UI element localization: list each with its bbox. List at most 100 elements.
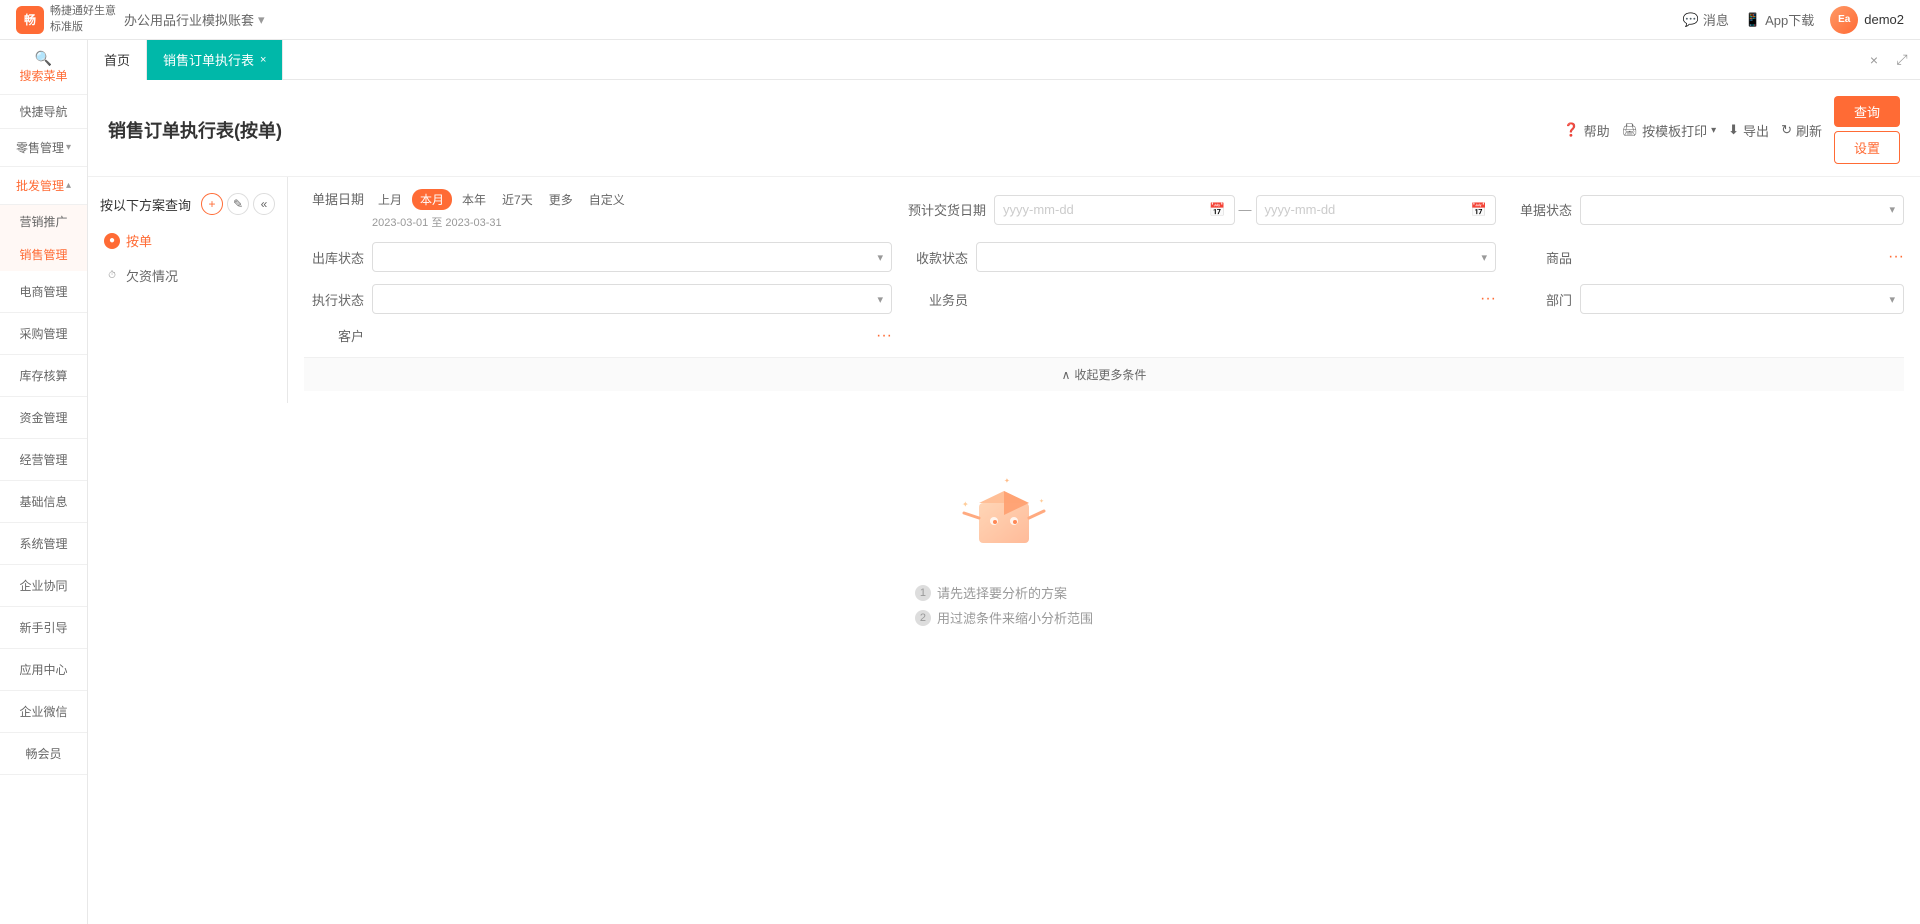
- delivery-status-select[interactable]: ▾: [372, 242, 892, 272]
- date-tab-last-month[interactable]: 上月: [372, 189, 408, 210]
- date-tab-custom[interactable]: 自定义: [583, 189, 631, 210]
- collapse-bar: ∧ 收起更多条件: [304, 357, 1904, 391]
- sidebar-item-system[interactable]: 系统管理: [0, 523, 87, 565]
- goods-value-area: ···: [1580, 248, 1904, 266]
- salesperson-ellipsis-button[interactable]: ···: [1480, 290, 1496, 308]
- template-print-label: 按模板打印: [1642, 121, 1707, 140]
- customer-field: 客户 ···: [304, 326, 892, 345]
- date-tab-more[interactable]: 更多: [543, 189, 579, 210]
- scheme-debt-label: 欠资情况: [126, 266, 178, 285]
- content-area: 首页 销售订单执行表 × × ⤢ 销售订单执行表(按单): [88, 40, 1920, 924]
- wholesale-label[interactable]: 批发管理 ▴: [0, 167, 87, 205]
- user-menu[interactable]: Ea demo2: [1830, 6, 1904, 34]
- sidebar-item-inventory[interactable]: 库存核算: [0, 355, 87, 397]
- empty-tips: 1 请先选择要分析的方案 2 用过滤条件来缩小分析范围: [915, 583, 1093, 633]
- order-status-label: 单据状态: [1512, 200, 1572, 219]
- help-button[interactable]: ❓ 帮助: [1563, 121, 1609, 140]
- app-download-button[interactable]: 📱 App下载: [1745, 10, 1814, 29]
- tab-close-button[interactable]: ×: [1864, 50, 1884, 70]
- delivery-status-field: 出库状态 ▾: [304, 242, 892, 272]
- sidebar-item-marketing[interactable]: 营销推广: [0, 205, 87, 238]
- department-field: 部门 ▾: [1512, 284, 1904, 314]
- help-icon: ❓: [1563, 122, 1579, 138]
- tab-close-icon[interactable]: ×: [260, 54, 266, 66]
- scheme-nav-item-order[interactable]: ● 按单: [88, 223, 287, 258]
- template-print-button[interactable]: 🖨 按模板打印 ▾: [1622, 121, 1717, 140]
- filter-panel-actions: + ✎ «: [201, 193, 275, 215]
- goods-ellipsis-button[interactable]: ···: [1888, 248, 1904, 266]
- page-title: 销售订单执行表(按单): [108, 117, 282, 143]
- filter-row-3: 执行状态 ▾ 业务员 ···: [304, 284, 1904, 314]
- sidebar-item-retail[interactable]: 零售管理 ▾: [0, 129, 87, 167]
- tab-bar: 首页 销售订单执行表 × × ⤢: [88, 40, 1920, 80]
- sidebar-item-app-center[interactable]: 应用中心: [0, 649, 87, 691]
- goods-label: 商品: [1512, 248, 1572, 267]
- tab-sales-order[interactable]: 销售订单执行表 ×: [147, 40, 283, 80]
- edit-scheme-button[interactable]: ✎: [227, 193, 249, 215]
- exec-status-select[interactable]: ▾: [372, 284, 892, 314]
- app-download-label: App下载: [1765, 10, 1814, 29]
- expected-date-start[interactable]: yyyy-mm-dd 📅: [994, 195, 1235, 225]
- sidebar-item-basic-info[interactable]: 基础信息: [0, 481, 87, 523]
- delivery-status-arrow-icon: ▾: [877, 251, 883, 264]
- add-scheme-button[interactable]: +: [201, 193, 223, 215]
- export-icon: ⬇: [1728, 122, 1739, 138]
- collapse-label: 收起更多条件: [1074, 366, 1146, 383]
- sidebar-search[interactable]: 🔍 搜索菜单: [0, 40, 87, 95]
- payment-status-field: 收款状态 ▾: [908, 242, 1496, 272]
- department-arrow-icon: ▾: [1889, 293, 1895, 306]
- sidebar-item-enterprise-wechat[interactable]: 企业微信: [0, 691, 87, 733]
- phone-icon: 📱: [1745, 12, 1761, 28]
- refresh-button[interactable]: ↻ 刷新: [1781, 121, 1822, 140]
- print-icon: 🖨: [1622, 122, 1639, 138]
- filter-left-panel: 按以下方案查询 + ✎ « ● 按单: [88, 177, 288, 403]
- sidebar-item-member[interactable]: 畅会员: [0, 733, 87, 775]
- salesperson-label: 业务员: [908, 290, 968, 309]
- empty-tip-1-text: 请先选择要分析的方案: [937, 583, 1067, 602]
- filter-left-header: 按以下方案查询 + ✎ «: [88, 189, 287, 223]
- collapse-button[interactable]: ∧ 收起更多条件: [1062, 366, 1147, 383]
- tab-home[interactable]: 首页: [88, 40, 147, 80]
- department-label: 部门: [1512, 290, 1572, 309]
- customer-ellipsis-button[interactable]: ···: [876, 327, 892, 345]
- logo-text: 畅捷通好生意标准版: [50, 4, 116, 35]
- logo-abbr: 畅: [24, 11, 36, 28]
- svg-text:✦: ✦: [962, 500, 969, 509]
- tab-maximize-button[interactable]: ⤢: [1892, 50, 1912, 70]
- refresh-label: 刷新: [1796, 121, 1822, 140]
- breadcrumb-arrow-icon[interactable]: ▾: [258, 12, 265, 28]
- department-select[interactable]: ▾: [1580, 284, 1904, 314]
- sidebar-item-quick-nav[interactable]: 快捷导航: [0, 95, 87, 129]
- sidebar-item-wholesale[interactable]: 批发管理 ▴ 营销推广 销售管理: [0, 167, 87, 271]
- date-tab-this-month[interactable]: 本月: [412, 189, 452, 210]
- sidebar-item-sales-mgmt[interactable]: 销售管理: [0, 238, 87, 271]
- tip-num-2: 2: [915, 610, 931, 626]
- sidebar-item-purchase[interactable]: 采购管理: [0, 313, 87, 355]
- message-button[interactable]: 💬 消息: [1683, 10, 1729, 29]
- export-button[interactable]: ⬇ 导出: [1728, 121, 1769, 140]
- collapse-panel-button[interactable]: «: [253, 193, 275, 215]
- action-buttons: 查询 设置: [1834, 96, 1900, 164]
- sidebar-item-operations[interactable]: 经营管理: [0, 439, 87, 481]
- date-tab-last-7days[interactable]: 近7天: [496, 189, 539, 210]
- scheme-nav-item-debt[interactable]: ⏱ 欠资情况: [88, 258, 287, 293]
- query-button[interactable]: 查询: [1834, 96, 1900, 127]
- sidebar-item-newbie[interactable]: 新手引导: [0, 607, 87, 649]
- header-left: 畅 畅捷通好生意标准版 办公用品行业模拟账套 ▾: [16, 4, 265, 35]
- sidebar-item-finance[interactable]: 资金管理: [0, 397, 87, 439]
- svg-text:✦: ✦: [1039, 498, 1044, 505]
- expected-date-end[interactable]: yyyy-mm-dd 📅: [1256, 195, 1497, 225]
- date-section: 上月 本月 本年 近7天 更多 自定义 2023-03-01 至 2023-03…: [372, 189, 892, 230]
- settings-button[interactable]: 设置: [1834, 131, 1900, 164]
- sidebar: 🔍 搜索菜单 快捷导航 零售管理 ▾ 批发管理 ▴ 营销推广 销售管理: [0, 40, 88, 924]
- date-tab-this-year[interactable]: 本年: [456, 189, 492, 210]
- retail-label[interactable]: 零售管理 ▾: [0, 129, 87, 167]
- header-right: 💬 消息 📱 App下载 Ea demo2: [1683, 6, 1904, 34]
- order-status-select[interactable]: ▾: [1580, 195, 1904, 225]
- empty-tip-2-text: 用过滤条件来缩小分析范围: [937, 608, 1093, 627]
- help-label: 帮助: [1584, 121, 1610, 140]
- sidebar-item-ecommerce[interactable]: 电商管理: [0, 271, 87, 313]
- payment-status-select[interactable]: ▾: [976, 242, 1496, 272]
- scheme-order-icon: ●: [104, 233, 120, 249]
- sidebar-item-enterprise[interactable]: 企业协同: [0, 565, 87, 607]
